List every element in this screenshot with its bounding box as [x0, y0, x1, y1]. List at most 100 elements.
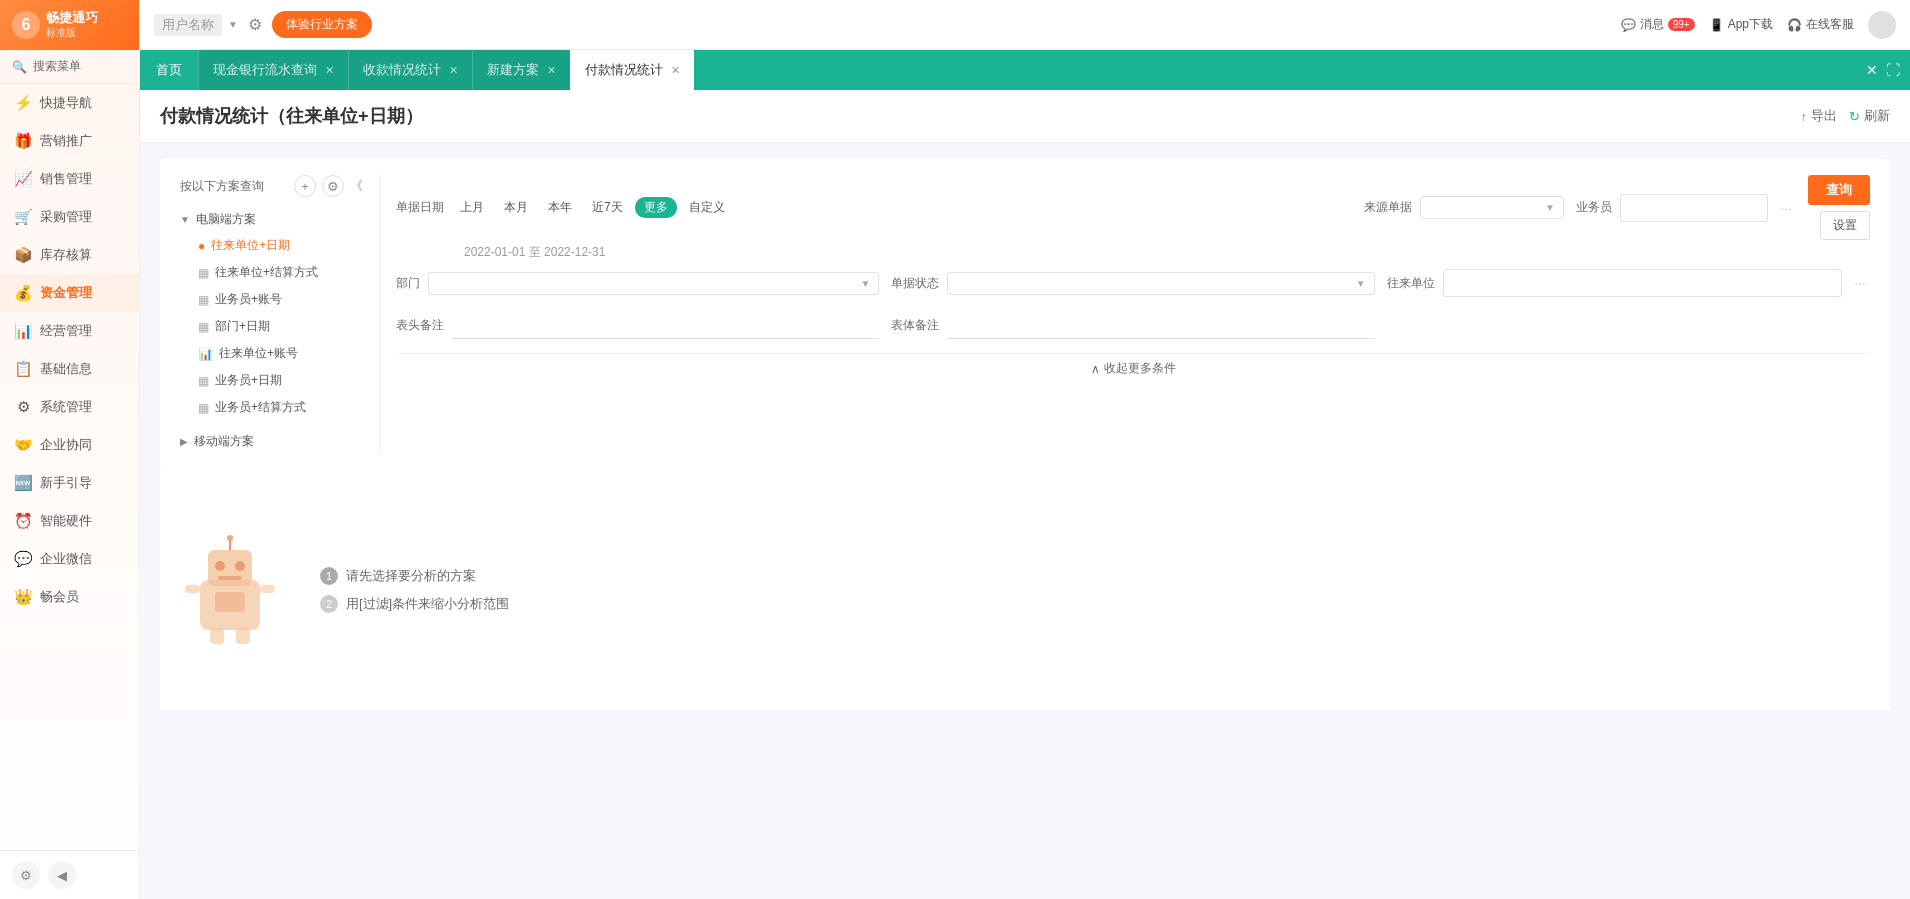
scheme-panel-title: 按以下方案查询 — [180, 178, 288, 195]
filter-form: 单据日期 上月 本月 本年 近7天 更多 自定义 来源单据 — [396, 175, 1870, 454]
sidebar-nav: ⚡ 快捷导航 🎁 营销推广 📈 销售管理 🛒 采购管理 📦 库存核算 💰 资金管… — [0, 84, 139, 850]
filter-settings-button[interactable]: 设置 — [1820, 211, 1870, 240]
sidebar-item-inventory[interactable]: 📦 库存核算 — [0, 236, 139, 274]
trial-button[interactable]: 体验行业方案 — [272, 11, 372, 38]
online-service-button[interactable]: 🎧 在线客服 — [1787, 16, 1854, 33]
mobile-group-title[interactable]: ▶ 移动端方案 — [180, 429, 363, 454]
footer-settings-button[interactable]: ⚙ — [12, 861, 40, 889]
dept-label: 部门 — [396, 275, 420, 292]
this-year-btn[interactable]: 本年 — [540, 196, 580, 219]
sidebar-collapse-button[interactable]: ◀ — [48, 861, 76, 889]
sidebar-item-marketing[interactable]: 🎁 营销推广 — [0, 122, 139, 160]
scheme-item-icon-1: ▦ — [198, 266, 209, 280]
topbar-actions: 💬 消息 99+ 📱 App下载 🎧 在线客服 — [1621, 11, 1896, 39]
scheme-item-dept-date[interactable]: ▦ 部门+日期 — [192, 313, 363, 340]
desktop-group-arrow-icon: ▼ — [180, 214, 190, 225]
refresh-button[interactable]: ↻ 刷新 — [1849, 107, 1890, 125]
sidebar-item-basic[interactable]: 📋 基础信息 — [0, 350, 139, 388]
user-avatar[interactable] — [1868, 11, 1896, 39]
sidebar-item-enterprise[interactable]: 🤝 企业协同 — [0, 426, 139, 464]
tab-payment-stat[interactable]: 付款情况统计 ✕ — [570, 50, 694, 90]
user-chevron-icon[interactable]: ▼ — [228, 19, 238, 30]
search-menu[interactable]: 🔍 搜索菜单 — [0, 50, 139, 84]
date-options: 上月 本月 本年 近7天 更多 自定义 — [452, 196, 733, 219]
counterpart-input[interactable] — [1443, 269, 1843, 297]
empty-state: 1 请先选择要分析的方案 2 用[过滤]条件来缩小分析范围 — [160, 470, 1890, 710]
this-month-btn[interactable]: 本月 — [496, 196, 536, 219]
tab-expand-icon[interactable]: ⛶ — [1886, 62, 1900, 78]
logo-text: 畅捷通巧 标准版 — [46, 10, 98, 40]
app-download-button[interactable]: 📱 App下载 — [1709, 16, 1773, 33]
table-body-note-label: 表体备注 — [891, 317, 939, 334]
tab-bank-flow-close-icon[interactable]: ✕ — [325, 64, 334, 77]
source-bill-select[interactable]: ▼ — [1420, 196, 1564, 219]
empty-tip-2: 2 用[过滤]条件来缩小分析范围 — [320, 595, 509, 613]
more-dates-btn[interactable]: 更多 — [635, 197, 677, 218]
sidebar-item-wechat[interactable]: 💬 企业微信 — [0, 540, 139, 578]
sidebar-item-quick-nav[interactable]: ⚡ 快捷导航 — [0, 84, 139, 122]
export-button[interactable]: ↑ 导出 — [1801, 107, 1838, 125]
tab-new-scheme[interactable]: 新建方案 ✕ — [472, 50, 570, 90]
empty-tips: 1 请先选择要分析的方案 2 用[过滤]条件来缩小分析范围 — [320, 567, 509, 613]
counterpart-label: 往来单位 — [1387, 275, 1435, 292]
salesman-input[interactable] — [1620, 194, 1768, 222]
scheme-item-counterpart-settle[interactable]: ▦ 往来单位+结算方式 — [192, 259, 363, 286]
user-area: 用户名称 ▼ — [154, 14, 238, 36]
table-header-note-input[interactable] — [452, 311, 879, 339]
empty-robot-illustration — [180, 530, 280, 630]
sidebar-item-hardware[interactable]: ⏰ 智能硬件 — [0, 502, 139, 540]
bill-status-select[interactable]: ▼ — [947, 272, 1374, 295]
table-header-note-label: 表头备注 — [396, 317, 444, 334]
svg-rect-7 — [185, 585, 200, 593]
sidebar-item-sales[interactable]: 📈 销售管理 — [0, 160, 139, 198]
salesman-label: 业务员 — [1576, 199, 1612, 216]
messages-button[interactable]: 💬 消息 99+ — [1621, 16, 1695, 33]
last-7days-btn[interactable]: 近7天 — [584, 196, 631, 219]
counterpart-dots-icon[interactable]: ··· — [1850, 275, 1870, 291]
desktop-group-title[interactable]: ▼ 电脑端方案 — [180, 207, 363, 232]
tab-payment-stat-close-icon[interactable]: ✕ — [671, 64, 680, 77]
mobile-group-arrow-icon: ▶ — [180, 436, 188, 447]
scheme-item-counterpart-date[interactable]: ● 往来单位+日期 — [192, 232, 363, 259]
query-button[interactable]: 查询 — [1808, 175, 1870, 205]
sidebar-item-fund[interactable]: 💰 资金管理 — [0, 274, 139, 312]
collapse-more-button[interactable]: ∧ 收起更多条件 — [396, 353, 1870, 383]
last-month-btn[interactable]: 上月 — [452, 196, 492, 219]
dept-arrow-icon: ▼ — [860, 278, 870, 289]
svg-rect-1 — [208, 550, 252, 586]
dept-select[interactable]: ▼ — [428, 272, 879, 295]
app-icon: 📱 — [1709, 18, 1724, 32]
tabbar: 首页 现金银行流水查询 ✕ 收款情况统计 ✕ 新建方案 ✕ 付款情况统计 ✕ ✕… — [140, 50, 1910, 90]
salesman-dots-icon[interactable]: ··· — [1776, 200, 1796, 216]
custom-date-btn[interactable]: 自定义 — [681, 196, 733, 219]
topbar-settings-icon[interactable]: ⚙ — [248, 15, 262, 34]
bill-date-label: 单据日期 — [396, 199, 444, 216]
scheme-item-counterpart-account[interactable]: 📊 往来单位+账号 — [192, 340, 363, 367]
scheme-add-button[interactable]: + — [294, 175, 316, 197]
topbar: 用户名称 ▼ ⚙ 体验行业方案 💬 消息 99+ 📱 App下载 🎧 在线客服 — [140, 0, 1910, 50]
scheme-item-salesman-account[interactable]: ▦ 业务员+账号 — [192, 286, 363, 313]
tab-close-all-icon[interactable]: ✕ — [1866, 62, 1878, 78]
sidebar-item-purchase[interactable]: 🛒 采购管理 — [0, 198, 139, 236]
scheme-item-salesman-settle[interactable]: ▦ 业务员+结算方式 — [192, 394, 363, 421]
hardware-icon: ⏰ — [14, 512, 32, 530]
svg-point-2 — [215, 561, 225, 571]
basic-icon: 📋 — [14, 360, 32, 378]
sidebar-item-member[interactable]: 👑 畅会员 — [0, 578, 139, 616]
scheme-item-salesman-date[interactable]: ▦ 业务员+日期 — [192, 367, 363, 394]
tab-payment-stats[interactable]: 收款情况统计 ✕ — [348, 50, 472, 90]
table-header-note-field: 表头备注 — [396, 311, 879, 339]
scheme-collapse-icon[interactable]: 《 — [350, 177, 363, 195]
tab-home[interactable]: 首页 — [140, 50, 198, 90]
scheme-panel: 按以下方案查询 + ⚙ 《 ▼ 电脑端方案 ● 往来单位 — [180, 175, 380, 454]
tab-payment-stats-close-icon[interactable]: ✕ — [449, 64, 458, 77]
tab-new-scheme-close-icon[interactable]: ✕ — [547, 64, 556, 77]
scheme-settings-button[interactable]: ⚙ — [322, 175, 344, 197]
sidebar-item-guide[interactable]: 🆕 新手引导 — [0, 464, 139, 502]
sidebar-item-operation[interactable]: 📊 经营管理 — [0, 312, 139, 350]
tab-bank-flow[interactable]: 现金银行流水查询 ✕ — [198, 50, 348, 90]
desktop-scheme-group: ▼ 电脑端方案 ● 往来单位+日期 ▦ 往来单位+结算方式 — [180, 207, 363, 421]
table-body-note-input[interactable] — [947, 311, 1374, 339]
search-icon: 🔍 — [12, 60, 27, 74]
sidebar-item-system[interactable]: ⚙ 系统管理 — [0, 388, 139, 426]
